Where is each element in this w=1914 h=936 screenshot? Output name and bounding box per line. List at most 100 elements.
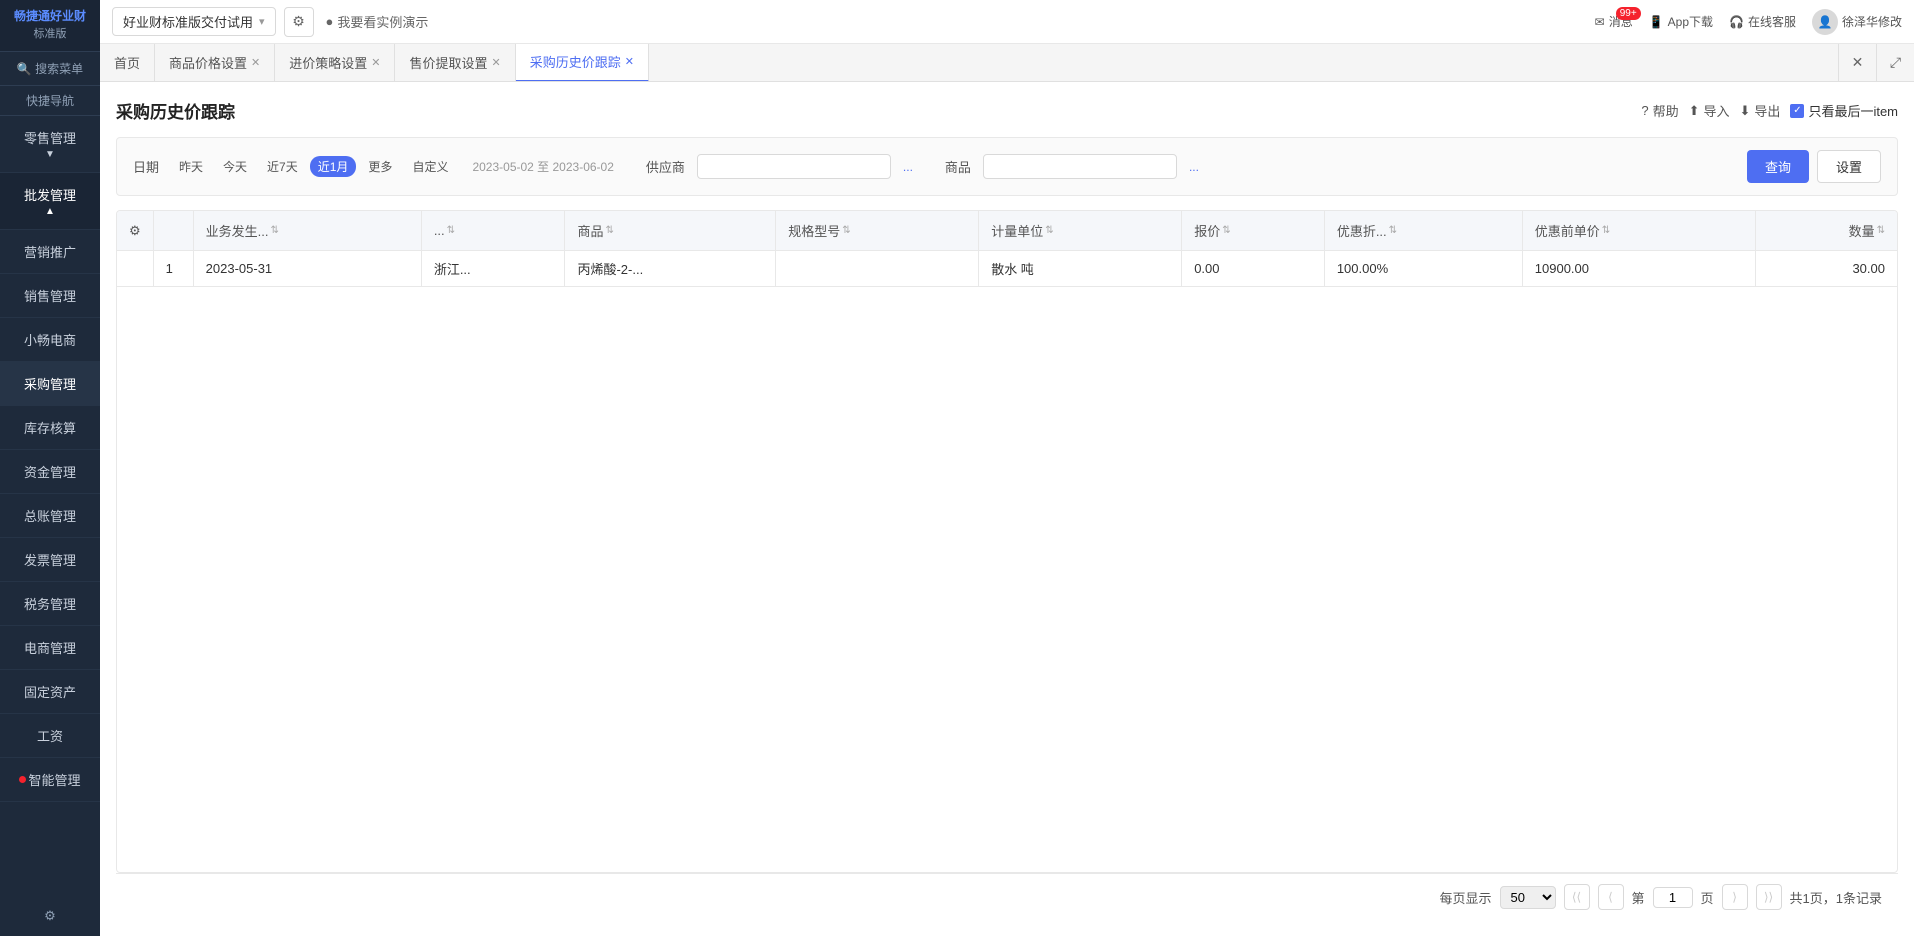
prev-page-button[interactable]: ⟨ — [1598, 884, 1624, 910]
query-button[interactable]: 查询 — [1747, 150, 1809, 183]
import-button[interactable]: ⬆ 导入 — [1689, 101, 1730, 120]
sidebar-general-label: 总账管理 — [24, 506, 76, 525]
date-opt-more[interactable]: 更多 — [360, 156, 400, 177]
maximize-button[interactable]: ⤢ — [1876, 44, 1914, 82]
user-menu[interactable]: 👤 徐泽华修改 — [1812, 9, 1902, 35]
sidebar-item-invoice[interactable]: 发票管理 — [0, 538, 100, 582]
data-table: ⚙ 业务发生... ⇅ ... ⇅ — [117, 211, 1897, 287]
th-unit[interactable]: 计量单位 ⇅ — [979, 211, 1182, 251]
product-text-input[interactable] — [992, 159, 1168, 174]
th-quantity[interactable]: 数量 ⇅ — [1755, 211, 1897, 251]
sidebar-item-finance[interactable]: 资金管理 — [0, 450, 100, 494]
sidebar-item-general[interactable]: 总账管理 — [0, 494, 100, 538]
close-tab-button[interactable]: ✕ — [1838, 44, 1876, 82]
pagination: 每页显示 20 50 100 ⟨⟨ ⟨ 第 页 ⟩ ⟩⟩ 共1页，1条记录 — [116, 873, 1898, 920]
only-last-checkbox[interactable]: ✓ 只看最后一item — [1790, 101, 1898, 120]
tab-sale-price-label: 售价提取设置 — [409, 53, 487, 72]
next-page-button[interactable]: ⟩ — [1722, 884, 1748, 910]
th-gear[interactable]: ⚙ — [117, 211, 153, 251]
checkbox-checked-icon: ✓ — [1790, 104, 1804, 118]
th-discount[interactable]: 优惠折... ⇅ — [1324, 211, 1522, 251]
date-opt-7days[interactable]: 近7天 — [259, 156, 306, 177]
settings-button[interactable]: ⚙ — [284, 7, 314, 37]
sidebar-item-wholesale[interactable]: 批发管理 ▲ — [0, 173, 100, 230]
page-size-select[interactable]: 20 50 100 — [1500, 886, 1556, 909]
th-product[interactable]: 商品 ⇅ — [565, 211, 776, 251]
sidebar-smart-label: 智能管理 — [28, 770, 80, 789]
tab-home[interactable]: 首页 — [100, 44, 155, 82]
tabbar: 首页 商品价格设置 ✕ 进价策略设置 ✕ 售价提取设置 ✕ 采购历史价跟踪 ✕ … — [100, 44, 1914, 82]
tab-purchase-history[interactable]: 采购历史价跟踪 ✕ — [516, 44, 649, 82]
import-icon: ⬆ — [1689, 103, 1700, 119]
page-actions: ? 帮助 ⬆ 导入 ⬇ 导出 ✓ 只看最后一item — [1641, 101, 1898, 120]
page-suffix: 页 — [1701, 888, 1714, 907]
sidebar-item-salary[interactable]: 工资 — [0, 714, 100, 758]
setting-button[interactable]: 设置 — [1817, 150, 1881, 183]
supplier-input[interactable] — [697, 154, 891, 179]
message-badge: 99+ — [1616, 7, 1641, 20]
tab-product-price[interactable]: 商品价格设置 ✕ — [155, 44, 275, 82]
th-num — [153, 211, 193, 251]
sidebar-search-label: 搜索菜单 — [35, 62, 83, 76]
message-button[interactable]: ✉ 消息 99+ — [1595, 13, 1633, 30]
sidebar-item-inventory[interactable]: 库存核算 — [0, 406, 100, 450]
close-icon[interactable]: ✕ — [371, 56, 380, 69]
sidebar-item-quick-nav[interactable]: 快捷导航 — [0, 86, 100, 116]
main-area: 好业财标准版交付试用 ▾ ⚙ ● 我要看实例演示 ✉ 消息 99+ 📱 App下… — [100, 0, 1914, 936]
sidebar-item-ecommerce[interactable]: 电商管理 — [0, 626, 100, 670]
sort-icon: ⇅ — [271, 225, 279, 236]
sidebar-item-tax[interactable]: 税务管理 — [0, 582, 100, 626]
app-download-button[interactable]: 📱 App下载 — [1649, 13, 1713, 30]
sidebar-settings-icon[interactable]: ⚙ — [0, 896, 100, 936]
tab-sale-price[interactable]: 售价提取设置 ✕ — [395, 44, 515, 82]
page-header: 采购历史价跟踪 ? 帮助 ⬆ 导入 ⬇ 导出 ✓ 只看最后一item — [116, 98, 1898, 123]
chevron-down-icon: ▾ — [259, 15, 265, 28]
th-extra-label: ... — [434, 223, 445, 238]
table-row: 1 2023-05-31 浙江... 丙烯酸-2-... 散水 吨 0.00 1… — [117, 251, 1897, 287]
last-page-button[interactable]: ⟩⟩ — [1756, 884, 1782, 910]
tab-purchase-history-label: 采购历史价跟踪 — [530, 52, 621, 71]
supplier-text-input[interactable] — [706, 159, 882, 174]
search-icon: 🔍 — [17, 62, 32, 76]
sidebar-quicknav-label: 快捷导航 — [26, 94, 74, 108]
th-price[interactable]: 报价 ⇅ — [1182, 211, 1325, 251]
sidebar-item-purchase[interactable]: 采购管理 — [0, 362, 100, 406]
date-opt-1month[interactable]: 近1月 — [310, 156, 357, 177]
sidebar-item-fixed-assets[interactable]: 固定资产 — [0, 670, 100, 714]
th-unit-label: 计量单位 — [991, 221, 1043, 240]
sidebar-item-sales[interactable]: 销售管理 — [0, 274, 100, 318]
date-opt-custom[interactable]: 自定义 — [404, 156, 456, 177]
sidebar-wholesale-label: 批发管理 — [24, 185, 76, 204]
close-icon[interactable]: ✕ — [492, 56, 501, 69]
supplier-more-btn[interactable]: ... — [903, 160, 913, 174]
product-more-btn[interactable]: ... — [1189, 160, 1199, 174]
th-extra[interactable]: ... ⇅ — [421, 211, 565, 251]
online-service-button[interactable]: 🎧 在线客服 — [1729, 13, 1796, 30]
td-date: 2023-05-31 — [193, 251, 421, 287]
close-icon[interactable]: ✕ — [625, 55, 634, 68]
sidebar-item-retail[interactable]: 零售管理 ▼ — [0, 116, 100, 173]
th-spec[interactable]: 规格型号 ⇅ — [776, 211, 979, 251]
th-before-price[interactable]: 优惠前单价 ⇅ — [1522, 211, 1755, 251]
sidebar-item-marketing[interactable]: 营销推广 — [0, 230, 100, 274]
sort-icon: ⇅ — [605, 225, 613, 236]
version-selector[interactable]: 好业财标准版交付试用 ▾ — [112, 7, 276, 36]
date-opt-today[interactable]: 今天 — [215, 156, 255, 177]
first-page-button[interactable]: ⟨⟨ — [1564, 884, 1590, 910]
sidebar-item-search[interactable]: 🔍 搜索菜单 — [0, 52, 100, 86]
help-button[interactable]: ? 帮助 — [1641, 101, 1678, 120]
date-opt-yesterday[interactable]: 昨天 — [171, 156, 211, 177]
sidebar-item-smart[interactable]: 智能管理 — [0, 758, 100, 802]
filter-actions: 查询 设置 — [1747, 150, 1881, 183]
sidebar-item-ecommerce-small[interactable]: 小畅电商 — [0, 318, 100, 362]
product-input[interactable] — [983, 154, 1177, 179]
page-input[interactable] — [1653, 887, 1693, 908]
tab-purchase-strategy[interactable]: 进价策略设置 ✕ — [275, 44, 395, 82]
sidebar-ecommerce-small-label: 小畅电商 — [24, 330, 76, 349]
close-icon[interactable]: ✕ — [251, 56, 260, 69]
demo-button[interactable]: ● 我要看实例演示 — [326, 12, 429, 31]
tab-home-label: 首页 — [114, 53, 140, 72]
sidebar-inventory-label: 库存核算 — [24, 418, 76, 437]
export-button[interactable]: ⬇ 导出 — [1740, 101, 1781, 120]
th-date[interactable]: 业务发生... ⇅ — [193, 211, 421, 251]
